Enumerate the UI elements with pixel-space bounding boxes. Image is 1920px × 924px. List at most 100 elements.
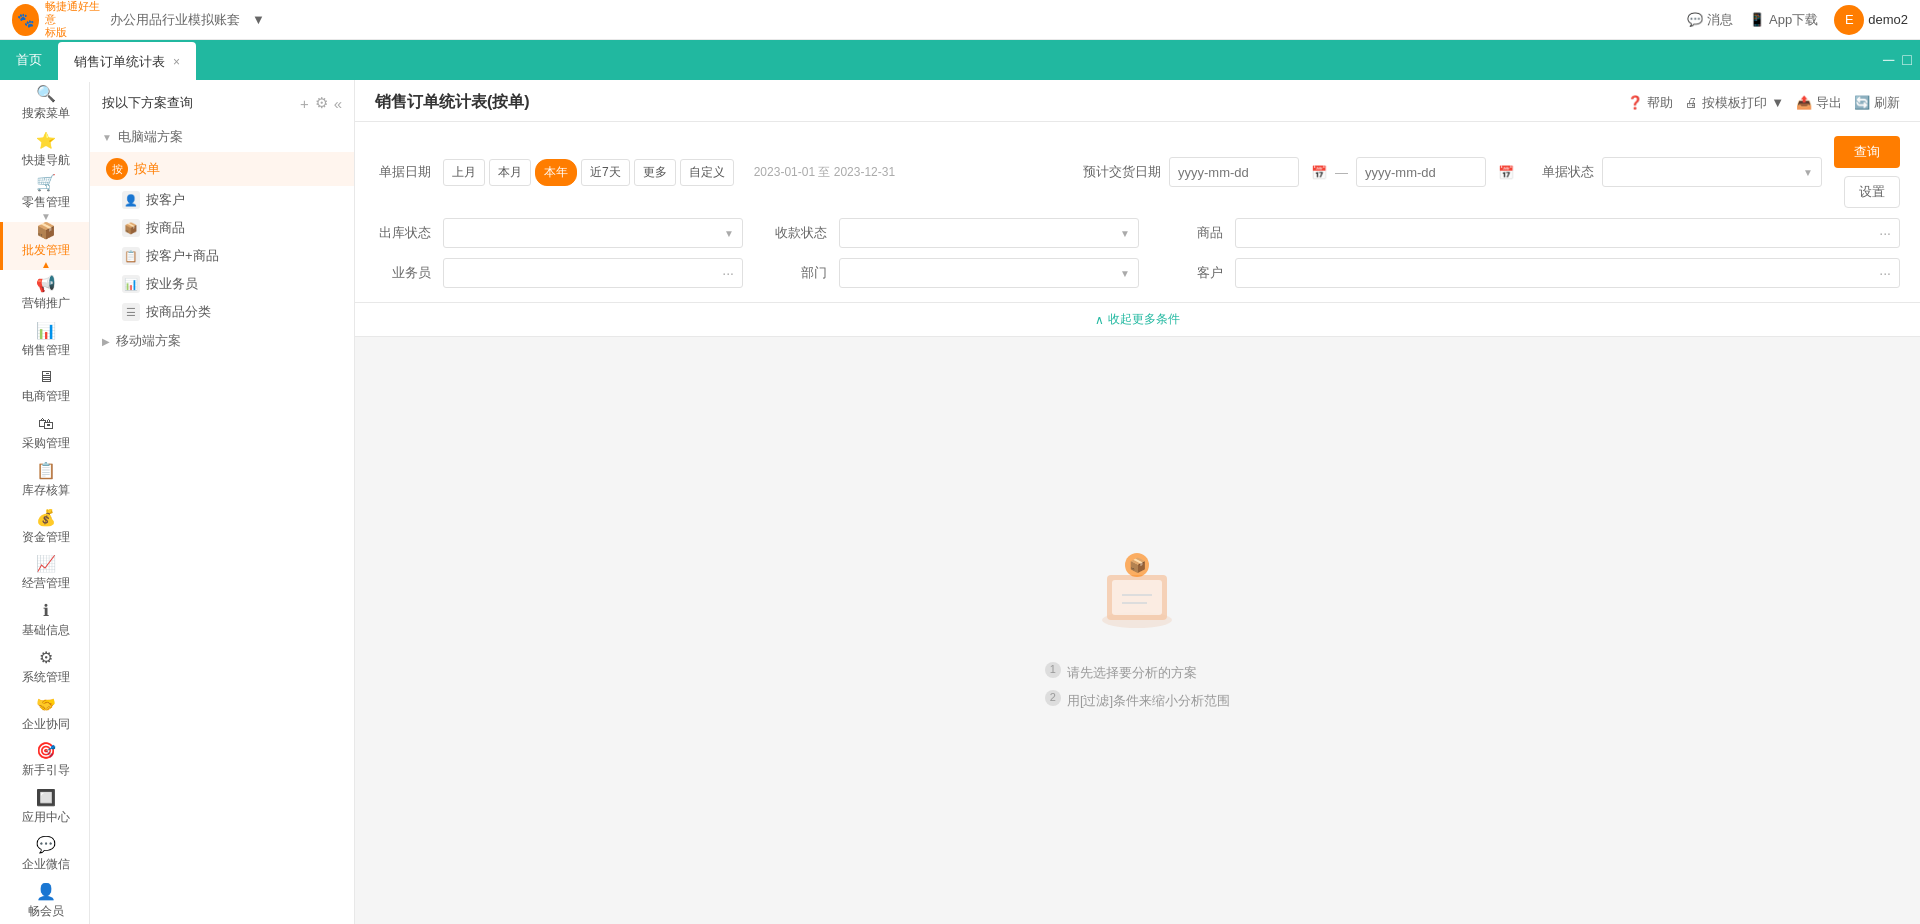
delivery-status-arrow-icon: ▼ (724, 228, 734, 239)
customer-label: 客户 (1167, 264, 1223, 282)
refresh-button[interactable]: 🔄 刷新 (1854, 94, 1900, 112)
collapse-panel-button[interactable]: « (334, 95, 342, 112)
help-icon: ❓ (1627, 95, 1643, 110)
person-icon: 👤 (122, 191, 140, 209)
sidebar-item-wechat[interactable]: 💬 企业微信 (0, 831, 89, 878)
date-label: 单据日期 (375, 163, 431, 181)
tab-close-icon[interactable]: × (173, 55, 180, 69)
settings-scheme-button[interactable]: ⚙ (315, 94, 328, 112)
logo-area: 🐾 畅捷通好生意 标版 (12, 0, 102, 39)
goods-ellipsis-icon[interactable]: ··· (1879, 225, 1891, 241)
tree-section-mobile[interactable]: ▶ 移动端方案 (90, 326, 354, 356)
user-avatar[interactable]: E demo2 (1834, 5, 1908, 35)
sidebar-item-finance[interactable]: 💰 资金管理 (0, 503, 89, 550)
sidebar-item-ecommerce[interactable]: 🖥 电商管理 (0, 363, 89, 410)
expected-date-end-input[interactable] (1356, 157, 1486, 187)
scheme-item-by-salesman[interactable]: 📊 按业务员 (90, 270, 354, 298)
payment-status-arrow-icon: ▼ (1120, 228, 1130, 239)
sidebar-item-sales[interactable]: 📊 销售管理 (0, 316, 89, 363)
date-btn-last-7days[interactable]: 近7天 (581, 159, 630, 186)
scheme-item-by-customer-goods[interactable]: 📋 按客户+商品 (90, 242, 354, 270)
message-icon: 💬 (1687, 12, 1703, 27)
date-btn-custom[interactable]: 自定义 (680, 159, 734, 186)
date-btn-this-month[interactable]: 本月 (489, 159, 531, 186)
sidebar-item-basic[interactable]: ℹ 基础信息 (0, 597, 89, 644)
sidebar-item-quick[interactable]: ⭐ 快捷导航 (0, 127, 89, 174)
sidebar-item-apps[interactable]: 🔲 应用中心 (0, 784, 89, 831)
member-icon: 👤 (36, 882, 56, 901)
apps-icon: 🔲 (36, 788, 56, 807)
search-btn-area: 查询 设置 (1834, 136, 1900, 208)
setting-button[interactable]: 设置 (1844, 176, 1900, 208)
payment-status-dropdown[interactable]: ▼ (839, 218, 1139, 248)
page-header: 销售订单统计表(按单) ❓ 帮助 🖨 按模板打印 ▼ 📤 导出 (355, 80, 1920, 122)
calendar-start-icon[interactable]: 📅 (1311, 165, 1327, 180)
delivery-status-label: 出库状态 (375, 224, 431, 242)
finance-icon: 💰 (36, 508, 56, 527)
date-btn-more[interactable]: 更多 (634, 159, 676, 186)
tab-maximize-button[interactable]: □ (1902, 51, 1912, 69)
top-bar-right: 💬 消息 📱 App下载 E demo2 (1687, 5, 1908, 35)
customer-dropdown[interactable]: ··· (1235, 258, 1900, 288)
left-panel-header: 按以下方案查询 + ⚙ « (90, 90, 354, 116)
department-dropdown[interactable]: ▼ (839, 258, 1139, 288)
app-dropdown-icon[interactable]: ▼ (252, 12, 265, 27)
newbie-icon: 🎯 (36, 741, 56, 760)
salesman-ellipsis-icon[interactable]: ··· (722, 265, 734, 281)
main-layout: 🔍 搜索菜单 ⭐ 快捷导航 🛒 零售管理 ▼ 📦 批发管理 ▲ 📢 营销推广 📊… (0, 80, 1920, 924)
tab-bar-right: ─ □ (1883, 51, 1920, 69)
export-button[interactable]: 📤 导出 (1796, 94, 1842, 112)
sidebar-item-enterprise[interactable]: 🤝 企业协同 (0, 690, 89, 737)
print-button[interactable]: 🖨 按模板打印 ▼ (1685, 94, 1784, 112)
customer-goods-icon: 📋 (122, 247, 140, 265)
app-download-button[interactable]: 📱 App下载 (1749, 11, 1818, 29)
left-panel: 按以下方案查询 + ⚙ « ▼ 电脑端方案 按 按单 👤 按客户 (90, 80, 355, 924)
ecommerce-icon: 🖥 (38, 368, 54, 386)
customer-ellipsis-icon[interactable]: ··· (1879, 265, 1891, 281)
doc-status-dropdown[interactable]: ▼ (1602, 157, 1822, 187)
app-title: 办公用品行业模拟账套 (110, 11, 240, 29)
tab-home[interactable]: 首页 (0, 40, 58, 80)
sidebar-item-member[interactable]: 👤 畅会员 (0, 877, 89, 924)
collapse-bar[interactable]: ∧ 收起更多条件 (355, 303, 1920, 337)
department-arrow-icon: ▼ (1120, 268, 1130, 279)
scheme-item-by-category[interactable]: ☰ 按商品分类 (90, 298, 354, 326)
logo-text: 畅捷通好生意 标版 (45, 0, 102, 39)
search-button[interactable]: 查询 (1834, 136, 1900, 168)
empty-tips: 1 请先选择要分析的方案 2 用[过滤]条件来缩小分析范围 (1045, 661, 1230, 712)
scheme-item-by-order[interactable]: 按 按单 (90, 152, 354, 186)
salesman-icon: 📊 (122, 275, 140, 293)
date-btn-this-year[interactable]: 本年 (535, 159, 577, 186)
tab-sales-stats[interactable]: 销售订单统计表 × (58, 42, 196, 82)
sidebar-item-marketing[interactable]: 📢 营销推广 (0, 270, 89, 317)
sidebar-item-wholesale[interactable]: 📦 批发管理 ▲ (0, 222, 89, 270)
goods-dropdown[interactable]: ··· (1235, 218, 1900, 248)
scheme-item-by-customer[interactable]: 👤 按客户 (90, 186, 354, 214)
sidebar-item-inventory[interactable]: 📋 库存核算 (0, 457, 89, 504)
marketing-icon: 📢 (36, 274, 56, 293)
add-scheme-button[interactable]: + (300, 95, 309, 112)
sidebar-item-search[interactable]: 🔍 搜索菜单 (0, 80, 89, 127)
filter-row-3: 业务员 ··· 部门 ▼ 客户 ··· (375, 258, 1900, 288)
help-button[interactable]: ❓ 帮助 (1627, 94, 1673, 112)
star-icon: ⭐ (36, 131, 56, 150)
sidebar-item-operations[interactable]: 📈 经营管理 (0, 550, 89, 597)
sidebar-item-purchase[interactable]: 🛍 采购管理 (0, 410, 89, 457)
svg-rect-2 (1112, 580, 1162, 615)
sidebar-item-newbie[interactable]: 🎯 新手引导 (0, 737, 89, 784)
sidebar-item-system[interactable]: ⚙ 系统管理 (0, 644, 89, 691)
tab-minimize-button[interactable]: ─ (1883, 51, 1894, 69)
tree-section-pc[interactable]: ▼ 电脑端方案 (90, 122, 354, 152)
inventory-icon: 📋 (36, 461, 56, 480)
scheme-item-by-goods[interactable]: 📦 按商品 (90, 214, 354, 242)
page-title: 销售订单统计表(按单) (375, 92, 530, 113)
sidebar-item-retail[interactable]: 🛒 零售管理 ▼ (0, 174, 89, 222)
print-dropdown-icon: ▼ (1771, 95, 1784, 110)
message-button[interactable]: 💬 消息 (1687, 11, 1733, 29)
calendar-end-icon[interactable]: 📅 (1498, 165, 1514, 180)
search-icon: 🔍 (36, 84, 56, 103)
salesman-dropdown[interactable]: ··· (443, 258, 743, 288)
expected-date-start-input[interactable] (1169, 157, 1299, 187)
date-btn-last-month[interactable]: 上月 (443, 159, 485, 186)
delivery-status-dropdown[interactable]: ▼ (443, 218, 743, 248)
